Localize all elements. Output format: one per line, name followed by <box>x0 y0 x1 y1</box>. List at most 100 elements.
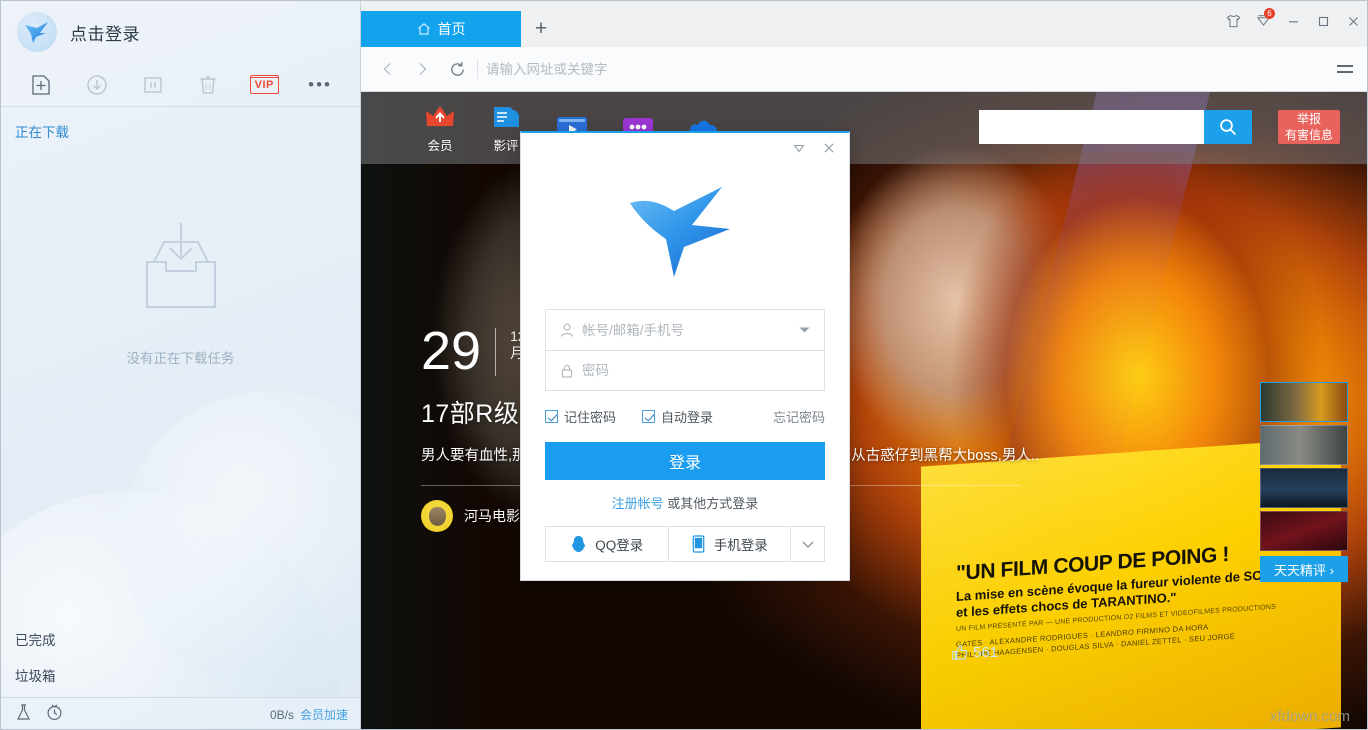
site-watermark: xfdown.com <box>1270 708 1350 725</box>
rail-thumb-1[interactable] <box>1260 382 1348 422</box>
downloader-panel: 点击登录 VIP ••• 正在下载 没有正在下载任务 已完成 垃圾箱 0B/s … <box>1 1 361 729</box>
forward-button[interactable] <box>405 52 439 86</box>
browser-menu-button[interactable] <box>1328 52 1362 86</box>
more-login-methods-button[interactable] <box>791 526 825 562</box>
downloads-button[interactable]: 6 <box>1248 7 1278 35</box>
site-nav-member[interactable]: 会员 <box>407 103 473 154</box>
like-counter[interactable]: 561 <box>951 644 998 661</box>
vip-accelerate-link[interactable]: 会员加速 <box>300 706 348 723</box>
flask-icon[interactable] <box>15 703 32 726</box>
login-dialog: 记住密码 自动登录 忘记密码 登录 注册帐号 或其他方式登录 QQ登录 <box>520 131 850 581</box>
thumbs-up-icon <box>952 644 968 660</box>
register-link[interactable]: 注册帐号 <box>612 496 664 511</box>
search-icon <box>1220 119 1237 136</box>
forgot-password-link[interactable]: 忘记密码 <box>773 407 825 426</box>
sidebar-item-label: 已完成 <box>15 633 56 648</box>
avatar <box>421 500 453 532</box>
vip-badge-icon: VIP <box>249 75 279 94</box>
sidebar-item-downloading[interactable]: 正在下载 <box>1 113 360 149</box>
sidebar-item-completed[interactable]: 已完成 <box>1 621 56 657</box>
start-download-button[interactable] <box>69 65 125 105</box>
watermark-text: xfdown.com <box>1269 708 1350 725</box>
film-review-icon <box>489 103 523 131</box>
user-icon <box>556 322 578 338</box>
remember-password-checkbox[interactable]: 记住密码 <box>545 407 616 426</box>
search-button[interactable] <box>1204 110 1252 144</box>
register-suffix: 或其他方式登录 <box>663 496 759 511</box>
chevron-down-icon <box>799 327 809 333</box>
download-speed-text: 0B/s <box>269 707 294 722</box>
report-harmful-button[interactable]: 举报 有害信息 <box>1278 110 1340 144</box>
account-history-dropdown[interactable] <box>794 326 814 334</box>
reload-button[interactable] <box>439 52 475 86</box>
decorative-planet-glow <box>121 391 360 691</box>
chevron-down-outline-icon <box>793 144 805 153</box>
downloader-toolbar: VIP ••• <box>1 63 360 107</box>
rail-thumb-2[interactable] <box>1260 425 1348 465</box>
account-input[interactable] <box>578 322 794 338</box>
password-input[interactable] <box>578 363 814 378</box>
dialog-logo <box>521 163 849 303</box>
close-button[interactable] <box>1338 7 1367 35</box>
back-button[interactable] <box>371 52 405 86</box>
chevron-right-icon <box>419 63 427 75</box>
hamburger-line <box>1337 65 1353 67</box>
tshirt-icon <box>1226 14 1240 28</box>
login-button[interactable]: 登录 <box>545 442 825 480</box>
address-input[interactable] <box>486 61 1328 77</box>
pause-download-button[interactable] <box>125 65 181 105</box>
more-dots-icon: ••• <box>308 74 332 94</box>
new-tab-button[interactable]: + <box>521 11 561 47</box>
rail-thumb-4[interactable] <box>1260 511 1348 551</box>
address-separator <box>477 59 478 79</box>
account-field-row <box>546 310 824 350</box>
like-count: 561 <box>973 644 999 661</box>
hummingbird-logo-icon <box>630 187 730 277</box>
login-dialog-titlebar <box>521 133 849 163</box>
report-line-2: 有害信息 <box>1284 128 1333 142</box>
web-page-content: "UN FILM COUP DE POING ! La mise en scèn… <box>361 92 1367 729</box>
maximize-button[interactable] <box>1308 7 1338 35</box>
empty-download-state: 没有正在下载任务 <box>1 219 360 367</box>
auto-login-checkbox[interactable]: 自动登录 <box>642 407 713 426</box>
browser-window: 首页 + 6 请输入网址或关键字 "UN FILM COUP DE POING … <box>361 1 1367 729</box>
site-nav-label: 会员 <box>427 138 453 153</box>
login-options: 记住密码 自动登录 忘记密码 <box>545 407 825 426</box>
tab-home[interactable]: 首页 <box>361 11 521 47</box>
report-line-1: 举报 <box>1296 112 1321 126</box>
rail-more-button[interactable]: 天天精评 › <box>1260 556 1348 582</box>
close-dialog-button[interactable] <box>815 136 843 160</box>
minimize-dialog-button[interactable] <box>785 136 813 160</box>
site-search-box <box>979 110 1252 144</box>
new-task-button[interactable] <box>13 65 69 105</box>
password-field-row <box>546 350 824 390</box>
checkbox-box <box>545 410 558 423</box>
rail-thumb-3[interactable] <box>1260 468 1348 508</box>
window-controls: 6 <box>1218 7 1367 35</box>
more-actions-button[interactable]: ••• <box>292 65 348 105</box>
timer-icon[interactable] <box>46 703 63 726</box>
crown-icon <box>423 103 457 131</box>
qq-penguin-icon <box>572 535 586 553</box>
search-input[interactable] <box>979 110 1204 144</box>
login-prompt-text[interactable]: 点击登录 <box>70 20 140 45</box>
application-window: 点击登录 VIP ••• 正在下载 没有正在下载任务 已完成 垃圾箱 0B/s … <box>0 0 1368 730</box>
close-icon <box>824 143 834 153</box>
chevron-left-icon <box>383 63 391 75</box>
qq-login-button[interactable]: QQ登录 <box>545 526 669 562</box>
sidebar-item-trash[interactable]: 垃圾箱 <box>1 657 56 693</box>
skin-button[interactable] <box>1218 7 1248 35</box>
login-fields <box>545 309 825 391</box>
hero-date-divider <box>495 328 497 376</box>
minimize-button[interactable] <box>1278 7 1308 35</box>
vip-task-button[interactable]: VIP <box>236 65 292 105</box>
mobile-login-button[interactable]: 手机登录 <box>668 526 791 562</box>
downloader-statusbar: 0B/s 会员加速 <box>1 697 360 729</box>
browser-tabstrip: 首页 + 6 <box>361 1 1367 47</box>
maximize-icon <box>1318 16 1328 26</box>
delete-task-button[interactable] <box>180 65 236 105</box>
other-login-label: QQ登录 <box>595 538 644 553</box>
author-name: 河马电影 <box>464 508 520 524</box>
sidebar-item-label: 正在下载 <box>15 125 69 140</box>
sidebar-item-label: 垃圾箱 <box>15 669 56 684</box>
